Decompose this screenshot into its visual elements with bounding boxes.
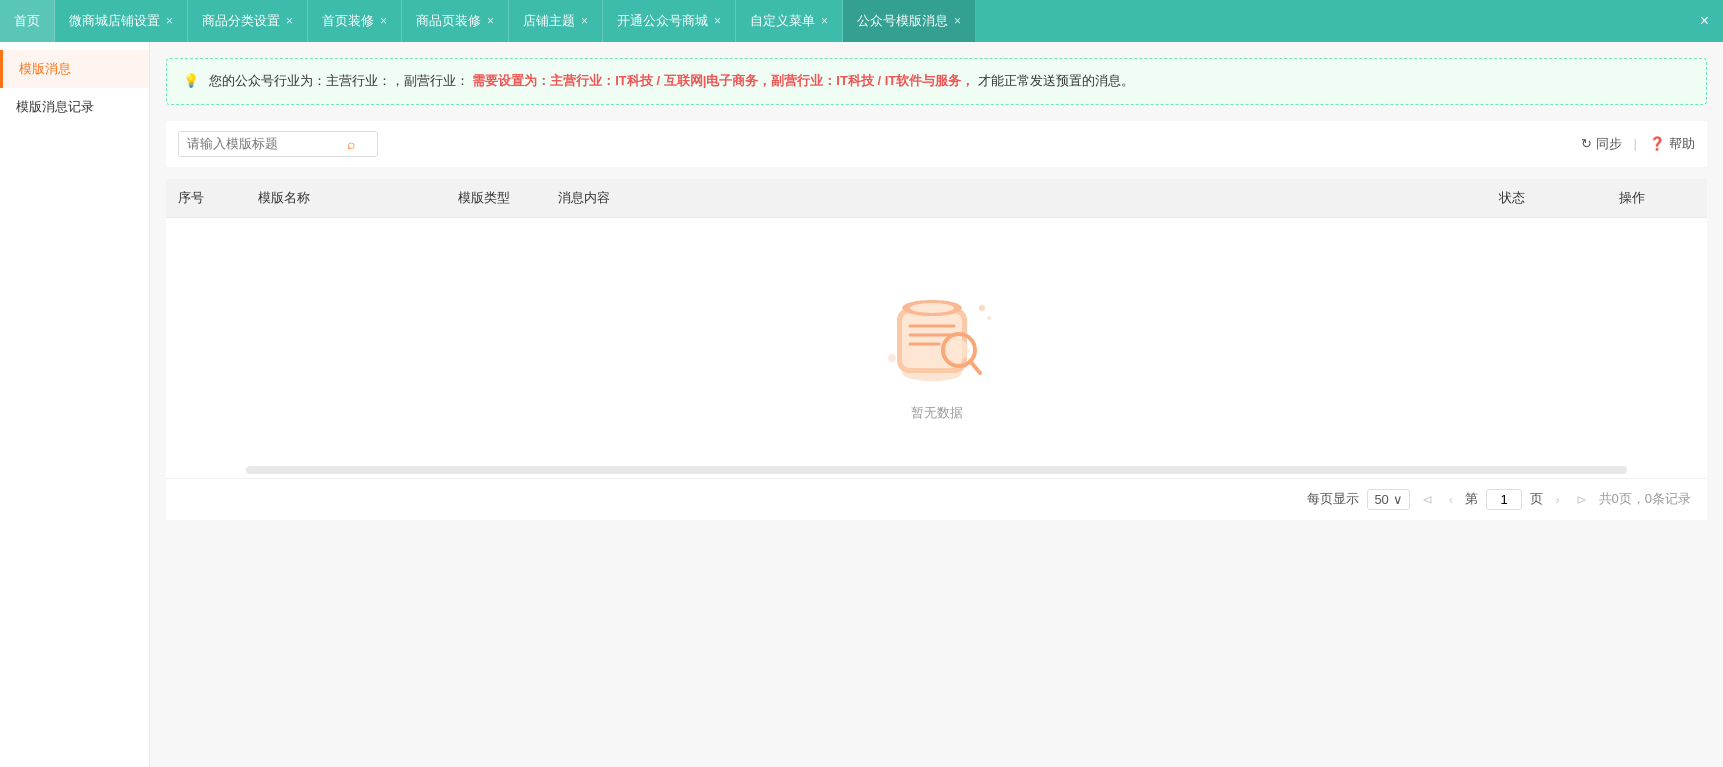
help-label: 帮助 [1669, 135, 1695, 153]
col-seq: 序号 [166, 179, 246, 218]
nav-tab-theme-label: 店铺主题 [523, 12, 575, 30]
nav-tab-open-store[interactable]: 开通公众号商城 × [603, 0, 736, 42]
page-size-select[interactable]: 50 ∨ [1367, 489, 1409, 510]
col-content: 消息内容 [546, 179, 1487, 218]
sync-label: 同步 [1596, 135, 1622, 153]
nav-tab-category[interactable]: 商品分类设置 × [188, 0, 308, 42]
last-page-button[interactable]: ⊳ [1572, 490, 1591, 509]
page-size-label: 每页显示 [1307, 490, 1359, 508]
nav-tab-store-settings-label: 微商城店铺设置 [69, 12, 160, 30]
nav-tab-home-label: 首页 [14, 12, 40, 30]
nav-tab-template-msg[interactable]: 公众号模版消息 × [843, 0, 976, 42]
template-table: 序号 模版名称 模版类型 消息内容 状态 操作 [166, 179, 1707, 218]
close-icon[interactable]: × [714, 14, 721, 28]
close-icon[interactable]: × [487, 14, 494, 28]
search-input[interactable] [187, 136, 347, 151]
alert-icon: 💡 [183, 73, 199, 88]
empty-state: 暂无数据 [166, 218, 1707, 462]
page-label-suf: 页 [1530, 490, 1543, 508]
close-icon[interactable]: × [581, 14, 588, 28]
col-status: 状态 [1487, 179, 1607, 218]
sync-icon: ↻ [1581, 136, 1592, 151]
sidebar-item-template-msg-record[interactable]: 模版消息记录 [0, 88, 149, 126]
col-type: 模版类型 [446, 179, 546, 218]
nav-tab-template-msg-label: 公众号模版消息 [857, 12, 948, 30]
close-icon[interactable]: × [821, 14, 828, 28]
pagination-bar: 每页显示 50 ∨ ⊲ ‹ 第 页 › ⊳ 共0页，0条记录 [166, 478, 1707, 520]
nav-tab-menu-label: 自定义菜单 [750, 12, 815, 30]
alert-prefix: 您的公众号行业为：主营行业：，副营行业： [209, 73, 469, 88]
nav-tab-store-settings[interactable]: 微商城店铺设置 × [55, 0, 188, 42]
svg-point-11 [979, 305, 985, 311]
nav-tab-home-decor[interactable]: 首页装修 × [308, 0, 402, 42]
sync-button[interactable]: ↻ 同步 [1581, 135, 1622, 153]
scrollbar-row [166, 462, 1707, 478]
nav-tab-category-label: 商品分类设置 [202, 12, 280, 30]
table-header-row: 序号 模版名称 模版类型 消息内容 状态 操作 [166, 179, 1707, 218]
svg-line-10 [970, 361, 980, 373]
first-page-button[interactable]: ⊲ [1418, 490, 1437, 509]
nav-tab-menu[interactable]: 自定义菜单 × [736, 0, 843, 42]
svg-point-7 [910, 303, 954, 313]
page-layout: 模版消息 模版消息记录 💡 您的公众号行业为：主营行业：，副营行业： 需要设置为… [0, 42, 1723, 767]
close-icon[interactable]: × [380, 14, 387, 28]
toolbar-divider: | [1634, 136, 1637, 151]
close-icon[interactable]: × [166, 14, 173, 28]
col-name: 模版名称 [246, 179, 446, 218]
page-number-input[interactable] [1486, 489, 1522, 510]
chevron-down-icon: ∨ [1393, 492, 1403, 507]
nav-tab-product-decor-label: 商品页装修 [416, 12, 481, 30]
search-icon[interactable]: ⌕ [347, 136, 355, 152]
page-size-value: 50 [1374, 492, 1388, 507]
close-icon[interactable]: × [286, 14, 293, 28]
prev-page-button[interactable]: ‹ [1445, 490, 1457, 509]
empty-illustration [877, 278, 997, 388]
svg-rect-2 [902, 313, 962, 368]
next-page-button[interactable]: › [1551, 490, 1563, 509]
nav-tab-home[interactable]: 首页 [0, 0, 55, 42]
nav-tab-open-store-label: 开通公众号商城 [617, 12, 708, 30]
svg-point-13 [888, 354, 896, 362]
page-summary: 共0页，0条记录 [1599, 490, 1691, 508]
alert-banner: 💡 您的公众号行业为：主营行业：，副营行业： 需要设置为：主营行业：IT科技 /… [166, 58, 1707, 105]
svg-point-9 [949, 340, 969, 360]
sidebar: 模版消息 模版消息记录 [0, 42, 150, 767]
horizontal-scrollbar[interactable] [246, 466, 1627, 474]
close-icon[interactable]: × [954, 14, 961, 28]
nav-tab-home-decor-label: 首页装修 [322, 12, 374, 30]
col-action: 操作 [1607, 179, 1707, 218]
main-content: 💡 您的公众号行业为：主营行业：，副营行业： 需要设置为：主营行业：IT科技 /… [150, 42, 1723, 767]
alert-highlight: 需要设置为：主营行业：IT科技 / 互联网|电子商务，副营行业：IT科技 / I… [472, 73, 974, 88]
search-toolbar: ⌕ ↻ 同步 | ❓ 帮助 [166, 121, 1707, 167]
toolbar-right: ↻ 同步 | ❓ 帮助 [1581, 135, 1695, 153]
search-input-wrap[interactable]: ⌕ [178, 131, 378, 157]
page-label-pre: 第 [1465, 490, 1478, 508]
help-button[interactable]: ❓ 帮助 [1649, 135, 1695, 153]
close-all-tabs-button[interactable]: × [1686, 12, 1723, 30]
empty-text: 暂无数据 [911, 404, 963, 422]
top-navigation: 首页 微商城店铺设置 × 商品分类设置 × 首页装修 × 商品页装修 × 店铺主… [0, 0, 1723, 42]
svg-point-12 [987, 316, 991, 320]
alert-suffix: 才能正常发送预置的消息。 [978, 73, 1134, 88]
nav-tab-theme[interactable]: 店铺主题 × [509, 0, 603, 42]
help-icon: ❓ [1649, 136, 1665, 151]
nav-tab-product-decor[interactable]: 商品页装修 × [402, 0, 509, 42]
sidebar-item-template-msg[interactable]: 模版消息 [0, 50, 149, 88]
